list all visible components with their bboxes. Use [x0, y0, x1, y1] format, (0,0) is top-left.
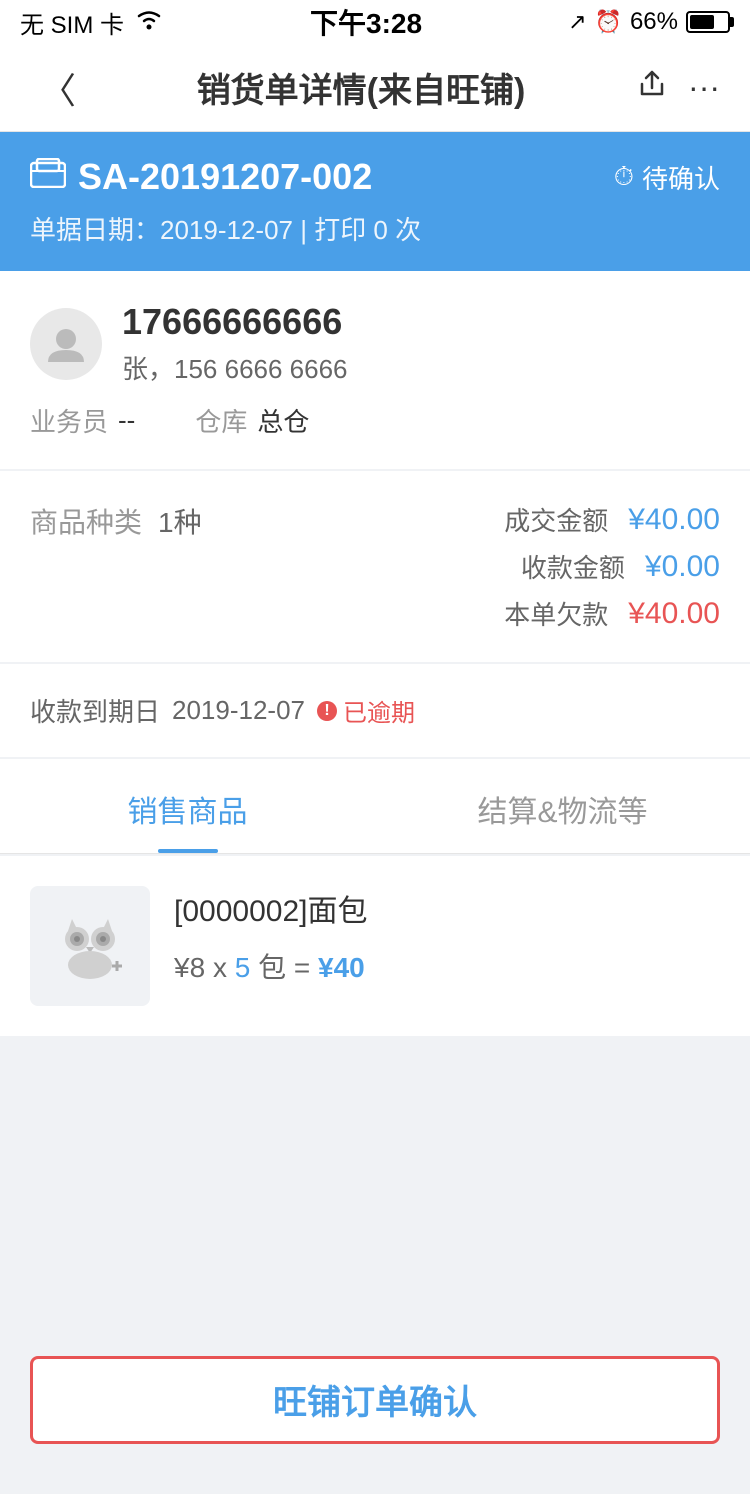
bottom-area: 旺铺订单确认	[0, 1336, 750, 1494]
product-name: [0000002]面包	[174, 886, 720, 930]
sales-value: --	[118, 405, 135, 436]
total-price: ¥40	[318, 952, 365, 983]
products-section: [0000002]面包 ¥8 x 5 包 = ¥40	[0, 856, 750, 1036]
nav-actions: ···	[636, 68, 720, 108]
share-icon[interactable]	[636, 68, 668, 108]
sales-label: 业务员	[30, 402, 108, 439]
unit-price: ¥8	[174, 952, 205, 983]
customer-sub-info: 张，156 6666 6666	[122, 349, 348, 386]
overdue-badge: ! 已逾期	[317, 693, 415, 728]
warehouse-value: 总仓	[257, 402, 309, 439]
status-right: ↗ ⏰ 66%	[568, 8, 730, 36]
page-title: 销货单详情(来自旺铺)	[86, 63, 636, 112]
summary-row: 商品种类 1种 成交金额 ¥40.00 收款金额 ¥0.00 本单欠款 ¥40.…	[30, 501, 720, 632]
product-info: [0000002]面包 ¥8 x 5 包 = ¥40	[174, 886, 720, 986]
order-header: SA-20191207-002 ⏱ 待确认 单据日期：2019-12-07 | …	[0, 132, 750, 271]
due-date-card: 收款到期日 2019-12-07 ! 已逾期	[0, 664, 750, 757]
battery-icon	[686, 11, 730, 33]
multiply-sign: x	[213, 952, 235, 983]
warehouse-meta: 仓库 总仓	[195, 402, 309, 439]
amount-value-1: ¥0.00	[645, 550, 720, 584]
amount-label-0: 成交金额	[504, 501, 608, 538]
customer-info-top: 17666666666 张，156 6666 6666	[30, 301, 720, 386]
amount-item-2: 本单欠款 ¥40.00	[504, 595, 720, 632]
tabs: 销售商品 结算&物流等	[0, 759, 750, 854]
status-bar: 无 SIM 卡 下午3:28 ↗ ⏰ 66%	[0, 0, 750, 44]
back-button[interactable]: 〈	[30, 52, 86, 124]
amount-item-0: 成交金额 ¥40.00	[504, 501, 720, 538]
product-type-label: 商品种类	[30, 501, 142, 541]
amount-label-1: 收款金额	[521, 548, 625, 585]
amount-label-2: 本单欠款	[504, 595, 608, 632]
amount-value-0: ¥40.00	[628, 503, 720, 537]
customer-card: 17666666666 张，156 6666 6666 业务员 -- 仓库 总仓	[0, 271, 750, 469]
sim-status: 无 SIM 卡	[20, 5, 124, 40]
amounts-block: 成交金额 ¥40.00 收款金额 ¥0.00 本单欠款 ¥40.00	[504, 501, 720, 632]
product-type-value: 1种	[158, 501, 202, 541]
customer-phone: 17666666666	[122, 301, 348, 343]
product-thumbnail	[30, 886, 150, 1006]
tab-settlement[interactable]: 结算&物流等	[375, 759, 750, 853]
overdue-dot-icon: !	[317, 701, 337, 721]
customer-meta: 业务员 -- 仓库 总仓	[30, 402, 720, 439]
wifi-icon	[134, 8, 164, 37]
order-date: 单据日期：2019-12-07 | 打印 0 次	[30, 210, 720, 247]
due-date-label: 收款到期日	[30, 692, 160, 729]
summary-card: 商品种类 1种 成交金额 ¥40.00 收款金额 ¥0.00 本单欠款 ¥40.…	[0, 471, 750, 662]
product-price: ¥8 x 5 包 = ¥40	[174, 946, 720, 986]
status-left: 无 SIM 卡	[20, 5, 164, 40]
clock-icon: ⏱	[614, 161, 634, 193]
equals-sign: =	[294, 952, 318, 983]
page: 无 SIM 卡 下午3:28 ↗ ⏰ 66% 〈 销货单详情(来自旺铺)	[0, 0, 750, 1494]
unit: 包	[258, 952, 286, 983]
order-header-top: SA-20191207-002 ⏱ 待确认	[30, 156, 720, 198]
time-display: 下午3:28	[310, 2, 422, 42]
content-spacer	[0, 1036, 750, 1336]
order-number: SA-20191207-002	[30, 156, 372, 198]
amount-value-2: ¥40.00	[628, 597, 720, 631]
customer-name-block: 17666666666 张，156 6666 6666	[122, 301, 348, 386]
nav-bar: 〈 销货单详情(来自旺铺) ···	[0, 44, 750, 132]
avatar	[30, 308, 102, 380]
product-thumb-owl-icon	[50, 911, 130, 981]
amount-item-1: 收款金额 ¥0.00	[521, 548, 720, 585]
order-icon	[30, 158, 66, 196]
confirm-button[interactable]: 旺铺订单确认	[30, 1356, 720, 1444]
product-type-info: 商品种类 1种	[30, 501, 202, 541]
tab-sales[interactable]: 销售商品	[0, 759, 375, 853]
main-content: SA-20191207-002 ⏱ 待确认 单据日期：2019-12-07 | …	[0, 132, 750, 1336]
location-icon: ↗	[568, 9, 586, 35]
overdue-text: 已逾期	[343, 693, 415, 728]
sales-meta: 业务员 --	[30, 402, 135, 439]
warehouse-label: 仓库	[195, 402, 247, 439]
alarm-icon: ⏰	[595, 9, 622, 35]
battery-percent: 66%	[630, 8, 678, 36]
order-status: ⏱ 待确认	[614, 159, 720, 196]
quantity: 5	[235, 952, 251, 983]
product-item: [0000002]面包 ¥8 x 5 包 = ¥40	[0, 856, 750, 1036]
more-icon[interactable]: ···	[688, 69, 720, 106]
due-date-value: 2019-12-07	[172, 695, 305, 726]
battery-fill	[690, 15, 714, 29]
